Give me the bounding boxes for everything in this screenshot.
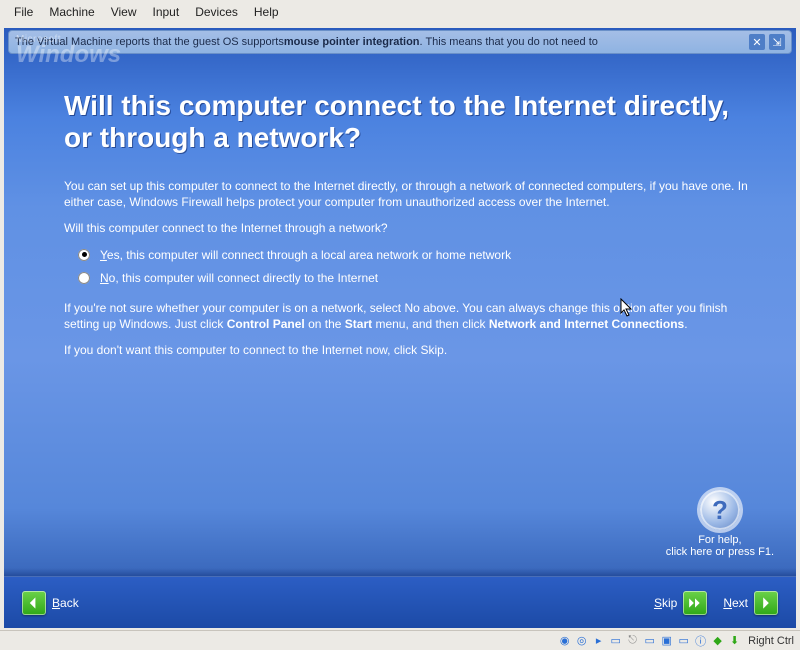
logo-windows: Windows: [16, 41, 121, 69]
menu-machine[interactable]: Machine: [41, 2, 102, 22]
back-button[interactable]: Back: [22, 591, 79, 615]
help-text-2: click here or press F1.: [666, 546, 774, 558]
radio-yes-network[interactable]: Yes, this computer will connect through …: [78, 247, 756, 263]
vb-notification-bar: The Virtual Machine reports that the gue…: [8, 30, 792, 54]
help-text-1: For help,: [666, 534, 774, 546]
help-button[interactable]: ? For help, click here or press F1.: [666, 490, 774, 558]
setup-body: You can set up this computer to connect …: [64, 178, 756, 369]
page-title: Will this computer connect to the Intern…: [64, 90, 756, 154]
setup-footer: Back Skip Next: [4, 576, 796, 628]
skip-button[interactable]: Skip: [654, 591, 707, 615]
status-hdd-icon[interactable]: ◉: [557, 633, 572, 648]
menu-help[interactable]: Help: [246, 2, 287, 22]
notification-suppress-icon[interactable]: ⇲: [769, 34, 785, 50]
status-display-icon[interactable]: ▣: [659, 633, 674, 648]
arrow-right-icon: [754, 591, 778, 615]
status-keyboard-captured-icon[interactable]: ⬇: [727, 633, 742, 648]
fast-forward-icon: [683, 591, 707, 615]
intro-paragraph: You can set up this computer to connect …: [64, 178, 756, 210]
menu-devices[interactable]: Devices: [187, 2, 246, 22]
notification-close-icon[interactable]: ✕: [749, 34, 765, 50]
virtualbox-menubar: File Machine View Input Devices Help: [0, 0, 800, 24]
status-cd-icon[interactable]: ◎: [574, 633, 589, 648]
menu-file[interactable]: File: [6, 2, 41, 22]
notification-text-post: . This means that you do not need to: [420, 36, 598, 48]
status-shared-folders-icon[interactable]: ▭: [642, 633, 657, 648]
status-recording-icon[interactable]: ▭: [676, 633, 691, 648]
help-icon: ?: [700, 490, 740, 530]
status-audio-icon[interactable]: ▸: [591, 633, 606, 648]
virtualbox-statusbar: ◉ ◎ ▸ ▭ ⎋ ▭ ▣ ▭ ⓘ ◆ ⬇ Right Ctrl: [0, 630, 800, 650]
menu-view[interactable]: View: [103, 2, 145, 22]
radio-no-direct[interactable]: No, this computer will connect directly …: [78, 270, 756, 286]
skip-paragraph: If you don't want this computer to conne…: [64, 342, 756, 358]
radio-no-label: No, this computer will connect directly …: [100, 270, 378, 286]
status-usb-icon[interactable]: ⎋: [625, 633, 640, 648]
status-cpu-icon[interactable]: ⓘ: [693, 633, 708, 648]
status-network-icon[interactable]: ▭: [608, 633, 623, 648]
radio-button-icon: [78, 272, 90, 284]
arrow-left-icon: [22, 591, 46, 615]
radio-yes-label: Yes, this computer will connect through …: [100, 247, 511, 263]
question-paragraph: Will this computer connect to the Intern…: [64, 220, 756, 236]
xp-setup-screen: The Virtual Machine reports that the gue…: [4, 28, 796, 628]
next-button[interactable]: Next: [723, 591, 778, 615]
host-key-label: Right Ctrl: [748, 635, 794, 647]
notification-text-bold: mouse pointer integration: [284, 36, 420, 48]
hint-paragraph: If you're not sure whether your computer…: [64, 300, 756, 332]
radio-button-icon: [78, 249, 90, 261]
menu-input[interactable]: Input: [145, 2, 188, 22]
windows-logo: Microsoft Windows: [16, 34, 121, 69]
status-mouse-integration-icon[interactable]: ◆: [710, 633, 725, 648]
